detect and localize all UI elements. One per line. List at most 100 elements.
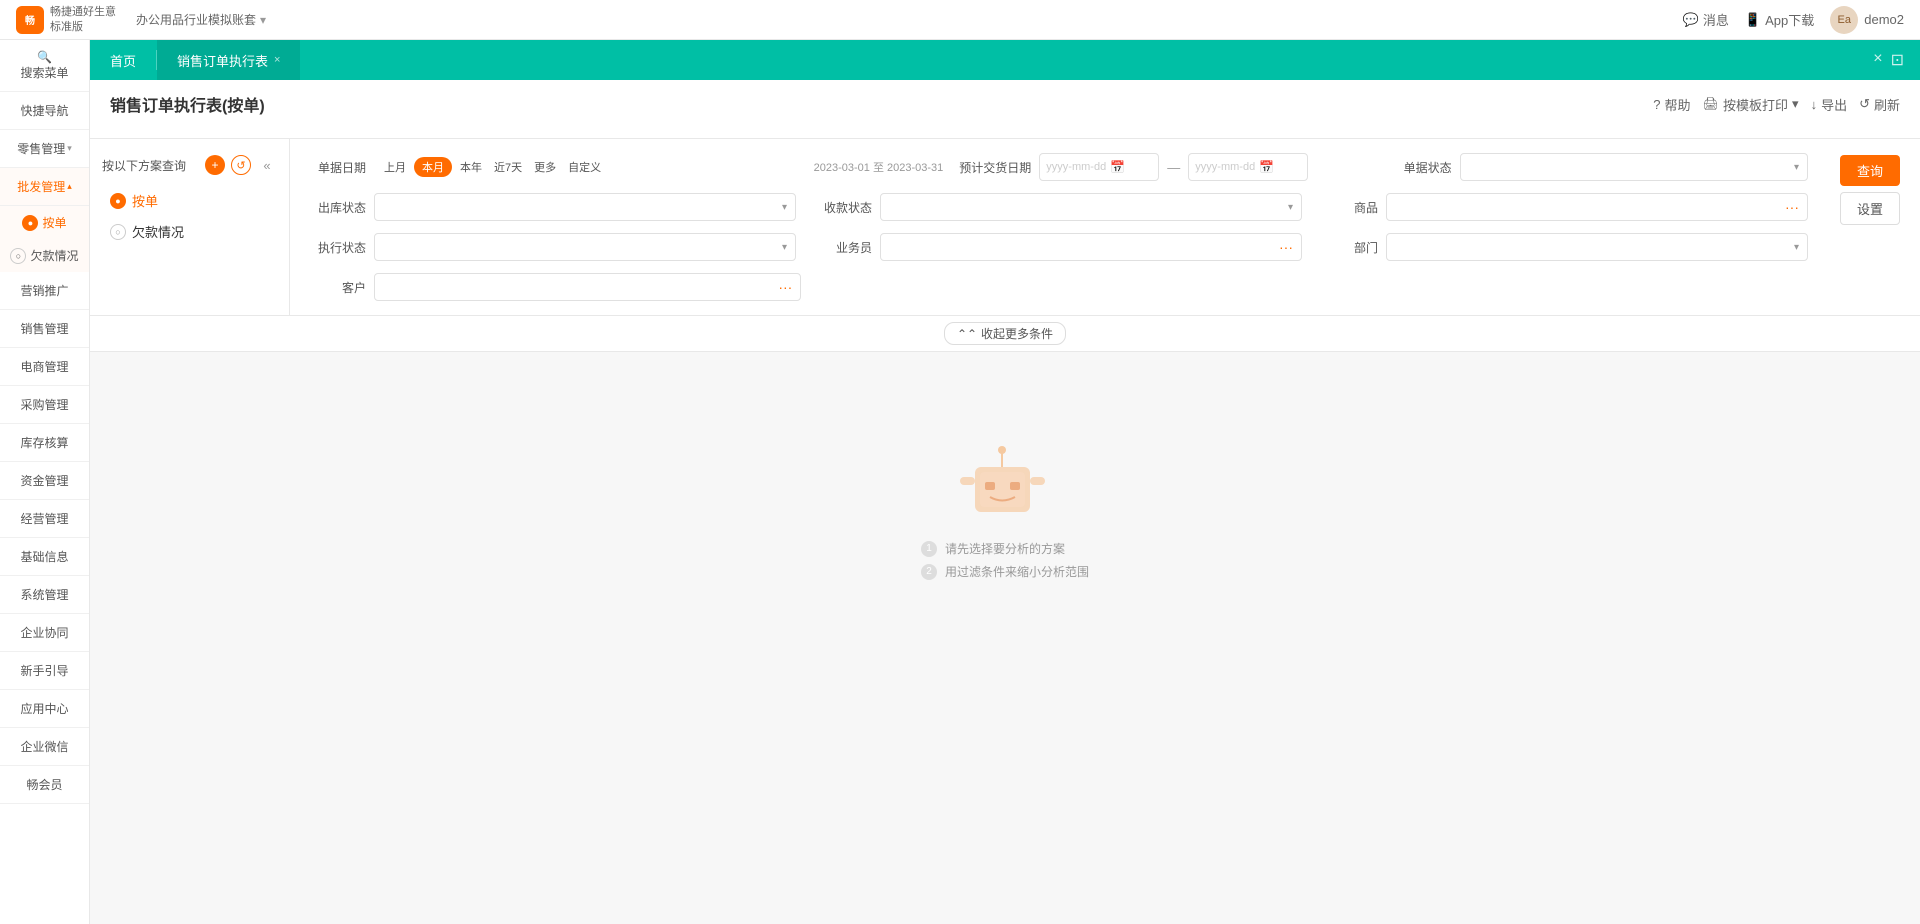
filter-form: 单据日期 上月 本月 本年 近7天 更多 自定义 xyxy=(290,139,1920,315)
scheme-nav-anpai[interactable]: ● 按单 xyxy=(102,185,277,216)
date-tab-last-7-days[interactable]: 近7天 xyxy=(490,157,526,177)
sidebar-sub-item-qiankuan[interactable]: ○ 欠款情况 xyxy=(0,239,89,272)
calendar-icon: 📅 xyxy=(1110,160,1125,174)
sidebar-item-sales[interactable]: 销售管理 xyxy=(0,310,89,348)
sidebar-quick-nav[interactable]: 快捷导航 xyxy=(0,92,89,130)
date-tab-more[interactable]: 更多 xyxy=(530,157,560,177)
sidebar-item-newuser[interactable]: 新手引导 xyxy=(0,652,89,690)
sidebar-item-basic[interactable]: 基础信息 xyxy=(0,538,89,576)
main-layout: 🔍 搜索菜单 快捷导航 零售管理 ▾ 批发管理 ▴ ● 按单 ○ xyxy=(0,40,1920,924)
sidebar-item-finance[interactable]: 资金管理 xyxy=(0,462,89,500)
sidebar-item-system[interactable]: 系统管理 xyxy=(0,576,89,614)
warehouse-status-select[interactable]: ▾ xyxy=(374,193,796,221)
filter-row-4: 客户 ··· xyxy=(306,273,1904,301)
customer-dots-icon[interactable]: ··· xyxy=(778,279,792,295)
sidebar-item-corpwechat[interactable]: 企业微信 xyxy=(0,728,89,766)
collapse-up-icon: ⌃⌃ xyxy=(957,327,977,341)
filter-panel: 按以下方案查询 + ↺ « xyxy=(90,139,1920,316)
goods-dots-icon[interactable]: ··· xyxy=(1785,199,1799,215)
page-title: 销售订单执行表(按单) xyxy=(110,92,265,128)
scheme-nav-qiankuan[interactable]: ○ 欠款情况 xyxy=(102,216,277,247)
filter-field-goods: 商品 ··· xyxy=(1318,193,1808,221)
sidebar-item-purchase[interactable]: 采购管理 xyxy=(0,386,89,424)
date-tabs: 上月 本月 本年 近7天 更多 自定义 xyxy=(380,157,605,177)
window-controls: × ⊡ xyxy=(1873,50,1920,70)
refresh-scheme-button[interactable]: ↺ xyxy=(231,155,251,175)
department-select[interactable]: ▾ xyxy=(1386,233,1808,261)
empty-svg xyxy=(955,432,1055,532)
scheme-dot-icon: ● xyxy=(110,193,126,209)
date-tab-last-month[interactable]: 上月 xyxy=(380,157,410,177)
salesperson-dots-icon[interactable]: ··· xyxy=(1279,239,1293,255)
customer-label: 客户 xyxy=(306,279,366,296)
forecast-date-end[interactable]: yyyy-mm-dd 📅 xyxy=(1188,153,1308,181)
query-button[interactable]: 查询 xyxy=(1840,155,1900,186)
sidebar-search[interactable]: 🔍 搜索菜单 xyxy=(0,40,89,92)
settings-button[interactable]: 设置 xyxy=(1840,192,1900,225)
logo-symbol: 畅 xyxy=(25,12,35,27)
sidebar-sub-item-anpai[interactable]: ● 按单 xyxy=(0,206,89,239)
date-range-text: 2023-03-01 至 2023-03-31 xyxy=(814,159,944,175)
top-bar-right: 💬 消息 📱 App下载 Ea demo2 xyxy=(1683,6,1904,34)
sidebar-item-wholesale[interactable]: 批发管理 ▴ xyxy=(0,168,89,206)
user-avatar[interactable]: Ea demo2 xyxy=(1830,6,1904,34)
date-tab-custom[interactable]: 自定义 xyxy=(564,157,605,177)
refresh-button[interactable]: ↺ 刷新 xyxy=(1859,95,1900,114)
filter-field-bill-status: 单据状态 ▾ xyxy=(1392,153,1808,181)
filter-field-salesperson: 业务员 ··· xyxy=(812,233,1302,261)
export-button[interactable]: ↓ 导出 xyxy=(1811,95,1848,114)
forecast-date-start[interactable]: yyyy-mm-dd 📅 xyxy=(1039,153,1159,181)
date-tab-current-month[interactable]: 本月 xyxy=(414,157,452,177)
filter-row-1: 单据日期 上月 本月 本年 近7天 更多 自定义 xyxy=(306,153,1904,181)
empty-step-1: 1 请先选择要分析的方案 xyxy=(921,540,1089,557)
empty-step-2: 2 用过滤条件来缩小分析范围 xyxy=(921,563,1089,580)
tab-bar: 首页 销售订单执行表 × × ⊡ xyxy=(90,40,1920,80)
sidebar-item-member[interactable]: 畅会员 xyxy=(0,766,89,804)
calendar-icon-2: 📅 xyxy=(1259,160,1274,174)
execution-status-select[interactable]: ▾ xyxy=(374,233,796,261)
sidebar-item-inventory[interactable]: 库存核算 xyxy=(0,424,89,462)
sidebar-item-operations[interactable]: 经营管理 xyxy=(0,500,89,538)
tab-home[interactable]: 首页 xyxy=(90,40,156,80)
top-bar-left: 畅 畅捷通好生意 标准版 xyxy=(16,5,116,34)
help-button[interactable]: ? 帮助 xyxy=(1653,95,1690,114)
filter-row-2: 出库状态 ▾ 收款状态 xyxy=(306,193,1904,221)
salesperson-input[interactable]: ··· xyxy=(880,233,1302,261)
sidebar-item-enterprise[interactable]: 企业协同 xyxy=(0,614,89,652)
sidebar-item-marketing[interactable]: 营销推广 xyxy=(0,272,89,310)
bill-status-select[interactable]: ▾ xyxy=(1460,153,1808,181)
add-scheme-button[interactable]: + xyxy=(205,155,225,175)
sidebar-item-appcenter[interactable]: 应用中心 xyxy=(0,690,89,728)
goods-label: 商品 xyxy=(1318,199,1378,216)
maximize-icon[interactable]: ⊡ xyxy=(1891,50,1904,70)
sidebar-item-retail[interactable]: 零售管理 ▾ xyxy=(0,130,89,168)
date-label: 单据日期 xyxy=(306,159,366,176)
minimize-icon[interactable]: × xyxy=(1873,50,1882,70)
sidebar: 🔍 搜索菜单 快捷导航 零售管理 ▾ 批发管理 ▴ ● 按单 ○ xyxy=(0,40,90,924)
messages-button[interactable]: 💬 消息 xyxy=(1683,10,1729,29)
department-arrow-icon: ▾ xyxy=(1794,242,1799,253)
collapse-button[interactable]: ⌃⌃ 收起更多条件 xyxy=(944,322,1066,345)
goods-input[interactable]: ··· xyxy=(1386,193,1808,221)
scheme-icons: + ↺ « xyxy=(205,155,277,175)
filter-field-forecast-date: 预计交货日期 yyyy-mm-dd 📅 — yyyy-mm-dd 📅 xyxy=(959,153,1375,181)
execution-status-label: 执行状态 xyxy=(306,239,366,256)
app-download-button[interactable]: 📱 App下载 xyxy=(1745,10,1814,29)
customer-input[interactable]: ··· xyxy=(374,273,801,301)
collapse-scheme-button[interactable]: « xyxy=(257,155,277,175)
tab-active[interactable]: 销售订单执行表 × xyxy=(157,40,300,80)
date-tab-current-year[interactable]: 本年 xyxy=(456,157,486,177)
collection-status-select[interactable]: ▾ xyxy=(880,193,1302,221)
download-icon: 📱 xyxy=(1745,12,1761,28)
department-label: 部门 xyxy=(1318,239,1378,256)
top-bar: 畅 畅捷通好生意 标准版 办公用品行业模拟账套 ▾ 💬 消息 📱 App下载 xyxy=(0,0,1920,40)
filter-scheme-nav: 按以下方案查询 + ↺ « xyxy=(90,139,290,315)
page-header-actions: ? 帮助 🖨 按模板打印 ▾ ↓ 导出 ↺ xyxy=(1653,95,1900,126)
sidebar-item-ecommerce[interactable]: 电商管理 xyxy=(0,348,89,386)
print-button[interactable]: 🖨 按模板打印 ▾ xyxy=(1703,95,1799,114)
qiankuan-circle-icon: ○ xyxy=(10,248,26,264)
filter-field-collection-status: 收款状态 ▾ xyxy=(812,193,1302,221)
logo-icon: 畅 xyxy=(16,6,44,34)
help-icon: ? xyxy=(1653,97,1660,112)
tab-close-icon[interactable]: × xyxy=(274,54,280,66)
